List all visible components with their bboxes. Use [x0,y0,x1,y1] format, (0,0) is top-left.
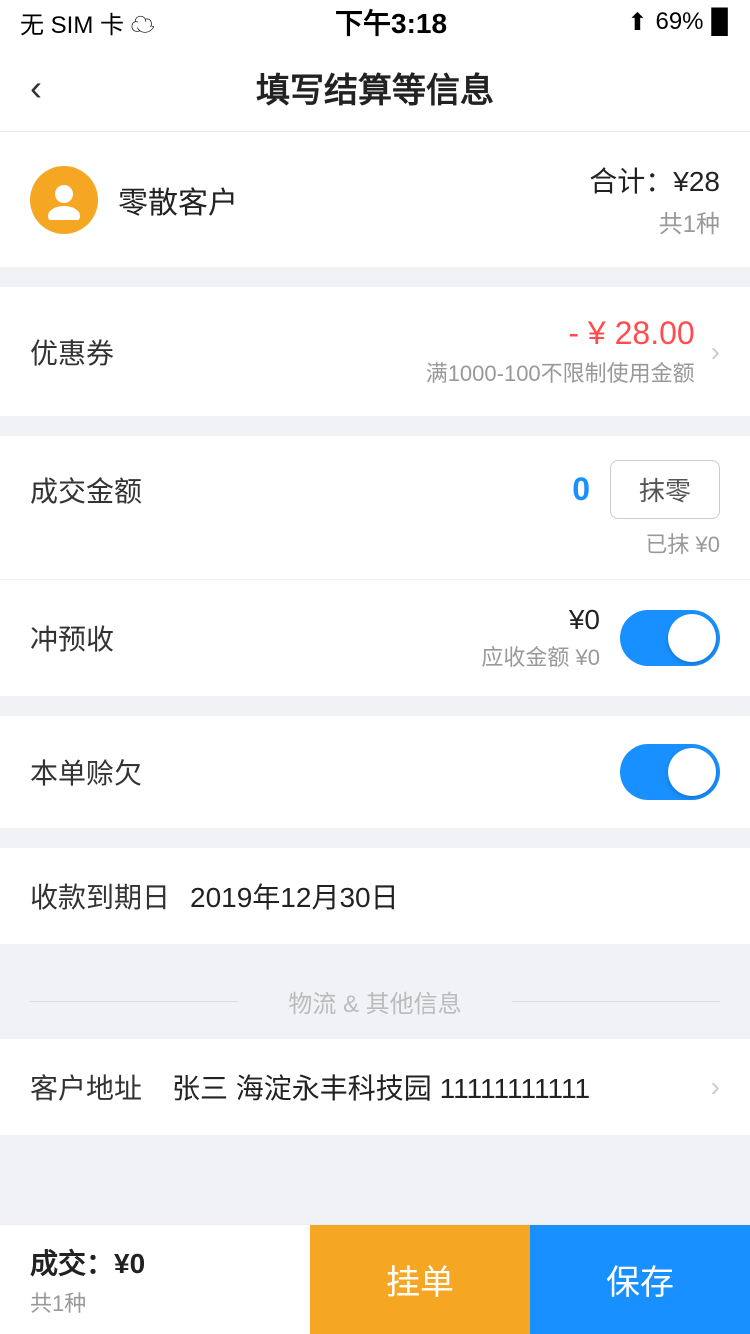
divider-text: 物流 & 其他信息 [0,984,750,1019]
customer-row: 零散客户 合计：¥28 共1种 [0,132,750,267]
round-button[interactable]: 抹零 [610,460,720,519]
address-section[interactable]: 客户地址 张三 海淀永丰科技园 11111111111 › [0,1039,750,1135]
precollect-amounts: ¥0 应收金额 ¥0 [481,604,600,672]
pre-collection-row: 冲预收 ¥0 应收金额 ¥0 [0,579,750,696]
deal-row-main: 成交金额 0 抹零 [30,460,720,527]
address-label: 客户地址 [30,1067,142,1107]
precollect-value: ¥0 [481,604,600,636]
divider-section: 物流 & 其他信息 [0,964,750,1039]
battery-bar: ▉ [712,8,730,37]
debt-toggle[interactable] [620,744,720,800]
bottom-info: 成交：¥0 共1种 [0,1242,310,1318]
precollect-sub: 应收金额 ¥0 [481,640,600,672]
customer-totals: 合计：¥28 共1种 [589,160,720,239]
bottom-count: 共1种 [30,1286,280,1318]
total-count: 共1种 [589,204,720,239]
deal-section: 成交金额 0 抹零 已抹 ¥0 冲预收 ¥0 应收金额 ¥0 [0,436,750,696]
no-sim-text: 无 SIM 卡 ☁ [20,5,155,40]
back-button[interactable]: ‹ [30,67,42,109]
precollect-toggle[interactable] [620,610,720,666]
status-bar: 无 SIM 卡 ☁ 下午3:18 ⬆ 69% ▉ [0,0,750,44]
already-rounded-text: 已抹 ¥0 [30,527,720,579]
total-amount: 合计：¥28 [589,160,720,200]
customer-info: 零散客户 [30,166,238,234]
precollect-right: ¥0 应收金额 ¥0 [481,604,720,672]
coupon-label: 优惠券 [30,332,114,372]
status-right: ⬆ 69% ▉ [627,8,730,37]
bottom-bar: 成交：¥0 共1种 挂单 保存 [0,1224,750,1334]
nav-bar: ‹ 填写结算等信息 [0,44,750,132]
coupon-section[interactable]: 优惠券 - ¥ 28.00 满1000-100不限制使用金额 › [0,287,750,416]
bottom-deal-value: ¥0 [114,1248,145,1279]
divider-line-right [512,1001,720,1002]
toggle-knob [668,614,716,662]
battery-icon: ⬆ [627,8,647,37]
debt-toggle-knob [668,748,716,796]
address-chevron-icon: › [711,1071,720,1103]
status-time: 下午3:18 [335,2,447,42]
bottom-deal-label: 成交： [30,1248,114,1279]
divider-label: 物流 & 其他信息 [288,984,461,1019]
precollect-row-inner: 冲预收 ¥0 应收金额 ¥0 [30,604,720,672]
duedate-section: 收款到期日 2019年12月30日 [0,848,750,944]
deal-value: 0 [572,471,590,508]
precollect-label: 冲预收 [30,618,114,658]
duedate-value: 2019年12月30日 [190,876,399,916]
coupon-description: 满1000-100不限制使用金额 [426,356,695,388]
coupon-discount: - ¥ 28.00 [426,315,695,352]
duedate-label: 收款到期日 [30,876,170,916]
address-value: 张三 海淀永丰科技园 11111111111 [172,1067,711,1107]
page-title: 填写结算等信息 [256,63,494,112]
debt-section: 本单赊欠 [0,716,750,828]
divider-line-left [30,1001,238,1002]
status-left: 无 SIM 卡 ☁ [20,5,155,40]
coupon-right: - ¥ 28.00 满1000-100不限制使用金额 › [426,315,720,388]
debt-label: 本单赊欠 [30,752,142,792]
avatar [30,166,98,234]
bottom-deal-text: 成交：¥0 [30,1242,280,1282]
deal-amount-row: 成交金额 0 抹零 已抹 ¥0 [0,436,750,579]
coupon-row[interactable]: 优惠券 - ¥ 28.00 满1000-100不限制使用金额 › [0,287,750,416]
customer-name: 零散客户 [118,178,238,222]
customer-section: 零散客户 合计：¥28 共1种 [0,132,750,267]
deal-label: 成交金额 [30,470,142,510]
save-button[interactable]: 保存 [530,1225,750,1334]
deal-right: 0 抹零 [572,460,720,519]
battery-text: 69% [655,8,703,36]
coupon-value: - ¥ 28.00 满1000-100不限制使用金额 [426,315,695,388]
hang-button[interactable]: 挂单 [310,1225,530,1334]
address-right: › [711,1071,720,1103]
chevron-right-icon: › [711,336,720,368]
